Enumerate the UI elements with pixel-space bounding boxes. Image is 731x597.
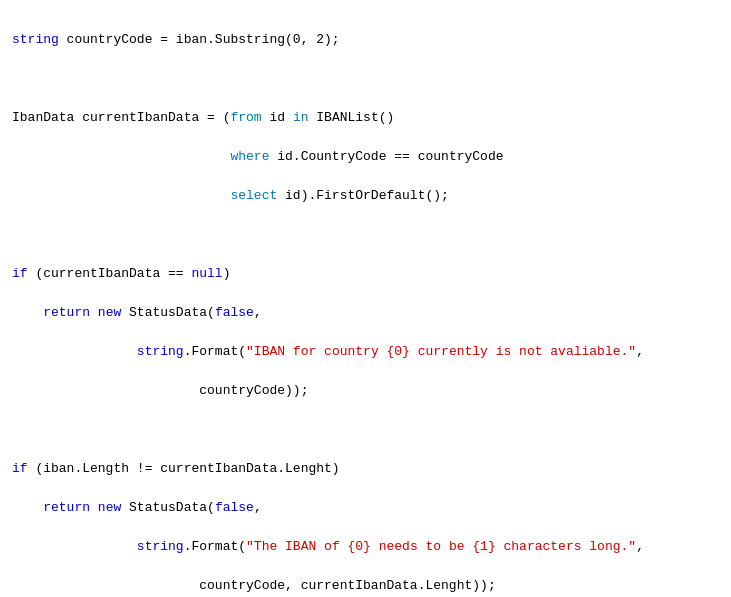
line-1: string countryCode = iban.Substring(0, 2…: [12, 30, 719, 50]
line-5: select id).FirstOrDefault();: [12, 186, 719, 206]
line-10: countryCode));: [12, 381, 719, 401]
line-4: where id.CountryCode == countryCode: [12, 147, 719, 167]
line-14: string.Format("The IBAN of {0} needs to …: [12, 537, 719, 557]
code-container: string countryCode = iban.Substring(0, 2…: [12, 10, 719, 597]
line-13: return new StatusData(false,: [12, 498, 719, 518]
line-7: if (currentIbanData == null): [12, 264, 719, 284]
line-3: IbanData currentIbanData = (from id in I…: [12, 108, 719, 128]
line-15: countryCode, currentIbanData.Lenght));: [12, 576, 719, 596]
blank-3: [12, 420, 719, 440]
line-9: string.Format("IBAN for country {0} curr…: [12, 342, 719, 362]
line-8: return new StatusData(false,: [12, 303, 719, 323]
blank-1: [12, 69, 719, 89]
blank-2: [12, 225, 719, 245]
line-12: if (iban.Length != currentIbanData.Lengh…: [12, 459, 719, 479]
